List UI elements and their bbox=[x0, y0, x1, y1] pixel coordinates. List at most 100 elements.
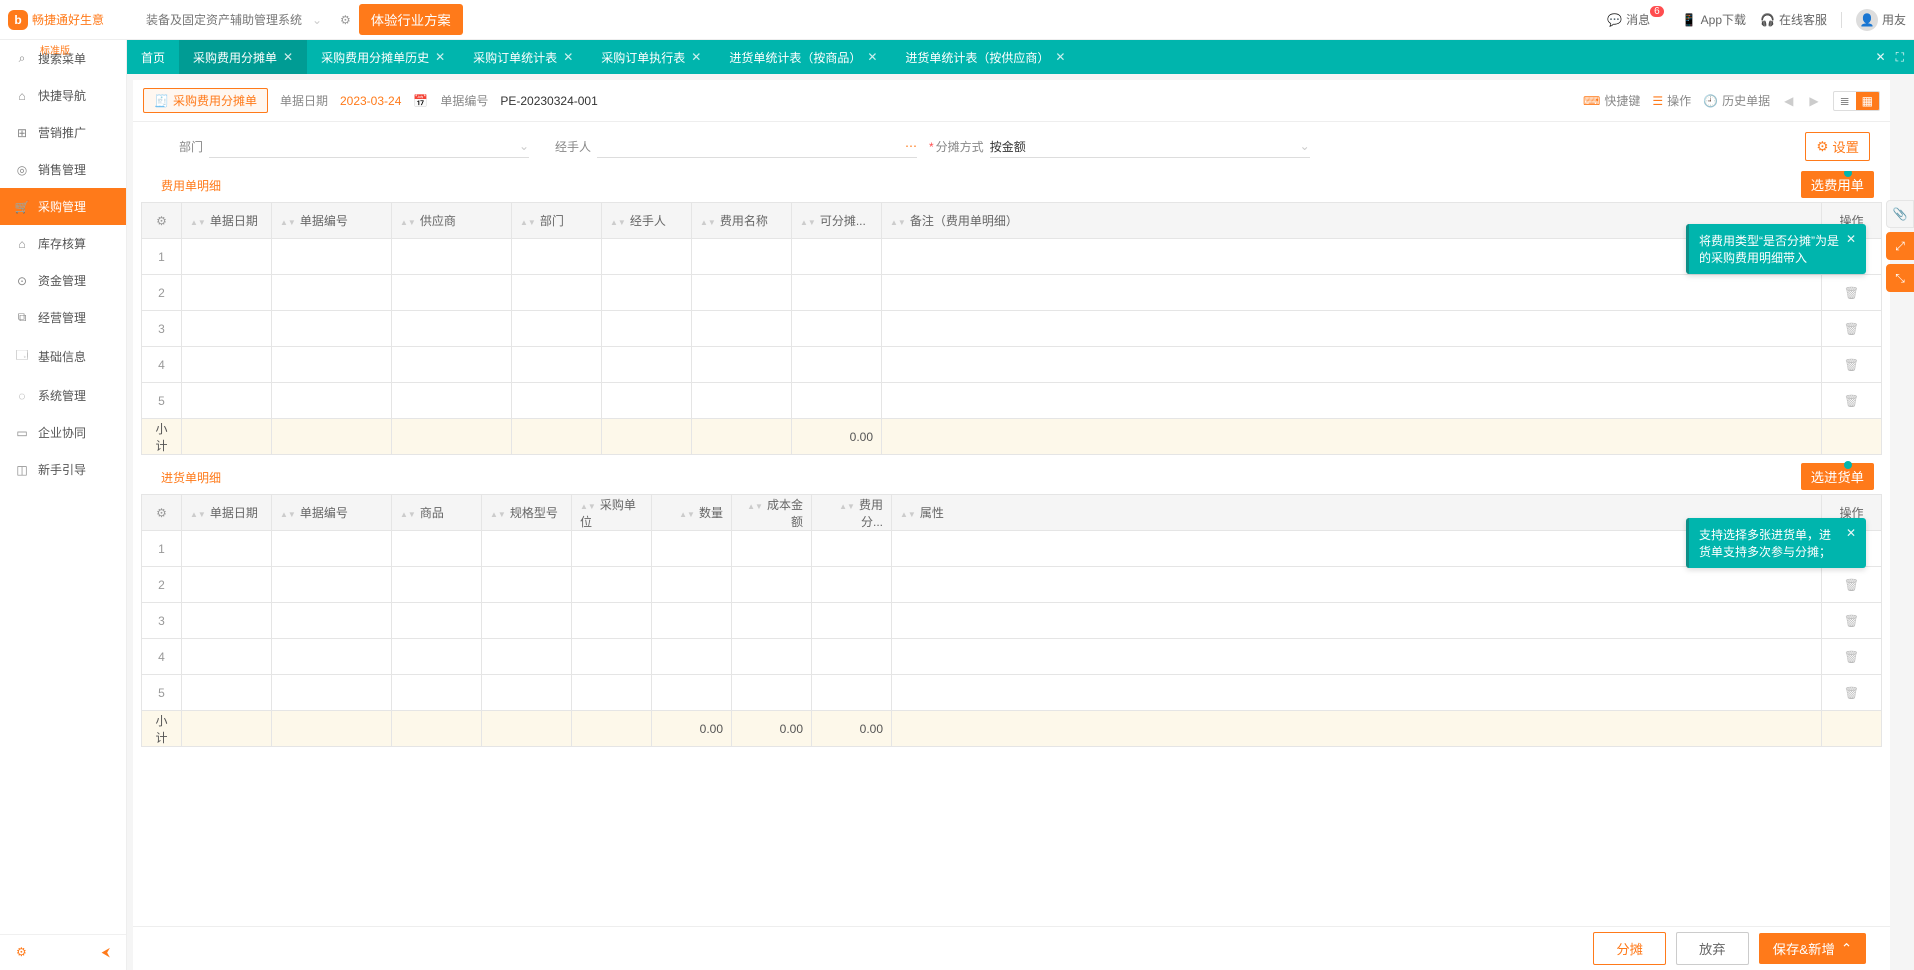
cell[interactable] bbox=[482, 639, 572, 675]
cell[interactable] bbox=[272, 239, 392, 275]
sort-icon[interactable]: ▲▼ bbox=[679, 512, 695, 517]
trash-icon[interactable]: 🗑 bbox=[1844, 614, 1859, 628]
table-row[interactable]: 4🗑 bbox=[142, 639, 1882, 675]
view-card-icon[interactable]: ▦ bbox=[1856, 92, 1879, 110]
cell[interactable] bbox=[602, 275, 692, 311]
cell[interactable] bbox=[812, 531, 892, 567]
sidebar-item-4[interactable]: 🛒采购管理 bbox=[0, 188, 126, 225]
close-icon[interactable]: ✕ bbox=[1846, 526, 1856, 560]
cell[interactable] bbox=[812, 675, 892, 711]
cell[interactable] bbox=[732, 531, 812, 567]
cell[interactable] bbox=[512, 311, 602, 347]
sidebar-item-6[interactable]: ⊙资金管理 bbox=[0, 262, 126, 299]
cell[interactable] bbox=[272, 567, 392, 603]
gear-icon[interactable]: ⚙ bbox=[340, 13, 351, 27]
select-receipt-button[interactable]: 选进货单 bbox=[1801, 463, 1874, 490]
cell[interactable] bbox=[692, 311, 792, 347]
cell[interactable] bbox=[692, 275, 792, 311]
cell[interactable] bbox=[182, 531, 272, 567]
close-icon[interactable]: ✕ bbox=[563, 50, 573, 64]
table-row[interactable]: 5🗑 bbox=[142, 675, 1882, 711]
cell[interactable] bbox=[482, 567, 572, 603]
table-row[interactable]: 3🗑 bbox=[142, 311, 1882, 347]
trash-icon[interactable]: 🗑 bbox=[1844, 578, 1859, 592]
cell[interactable] bbox=[652, 603, 732, 639]
trash-icon[interactable]: 🗑 bbox=[1844, 322, 1859, 336]
cell[interactable] bbox=[572, 531, 652, 567]
sidebar-settings-icon[interactable]: ⚙ bbox=[16, 945, 27, 960]
cell[interactable] bbox=[182, 347, 272, 383]
cell[interactable] bbox=[652, 639, 732, 675]
cell[interactable] bbox=[512, 347, 602, 383]
cell[interactable] bbox=[602, 347, 692, 383]
next-doc-icon[interactable]: ▶ bbox=[1807, 94, 1820, 108]
cell[interactable] bbox=[482, 603, 572, 639]
cell[interactable] bbox=[692, 347, 792, 383]
table-row[interactable]: 3🗑 bbox=[142, 603, 1882, 639]
cell[interactable] bbox=[392, 603, 482, 639]
cell[interactable] bbox=[512, 383, 602, 419]
cell[interactable] bbox=[392, 275, 512, 311]
sidebar-item-11[interactable]: ◫新手引导 bbox=[0, 451, 126, 488]
close-icon[interactable]: ✕ bbox=[1846, 232, 1856, 266]
cell[interactable] bbox=[392, 567, 482, 603]
sort-icon[interactable]: ▲▼ bbox=[580, 504, 596, 509]
sidebar-item-8[interactable]: 🗔基础信息 bbox=[0, 336, 126, 377]
cell[interactable] bbox=[272, 347, 392, 383]
cell[interactable] bbox=[182, 639, 272, 675]
cell[interactable] bbox=[392, 531, 482, 567]
cell[interactable] bbox=[882, 347, 1822, 383]
cell[interactable] bbox=[512, 239, 602, 275]
sort-icon[interactable]: ▲▼ bbox=[700, 220, 716, 225]
support-link[interactable]: 🎧在线客服 bbox=[1760, 11, 1827, 28]
sort-icon[interactable]: ▲▼ bbox=[520, 220, 536, 225]
trash-icon[interactable]: 🗑 bbox=[1844, 650, 1859, 664]
cell[interactable] bbox=[692, 239, 792, 275]
table-row[interactable]: 2🗑 bbox=[142, 275, 1882, 311]
cell[interactable] bbox=[812, 567, 892, 603]
cell[interactable] bbox=[692, 383, 792, 419]
settings-button[interactable]: ⚙设置 bbox=[1805, 132, 1870, 161]
tab-6[interactable]: 进货单统计表（按供应商）✕ bbox=[891, 40, 1079, 74]
trash-icon[interactable]: 🗑 bbox=[1844, 686, 1859, 700]
history-link[interactable]: 🕘历史单据 bbox=[1703, 92, 1770, 109]
cell[interactable] bbox=[182, 603, 272, 639]
sidebar-item-10[interactable]: ▭企业协同 bbox=[0, 414, 126, 451]
cell[interactable] bbox=[892, 603, 1822, 639]
sidebar-item-5[interactable]: ⌂库存核算 bbox=[0, 225, 126, 262]
tab-0[interactable]: 首页 bbox=[127, 40, 179, 74]
sidebar-item-2[interactable]: ⊞营销推广 bbox=[0, 114, 126, 151]
sidebar-item-9[interactable]: ◌系统管理 bbox=[0, 377, 126, 414]
cell[interactable] bbox=[892, 531, 1822, 567]
cell[interactable] bbox=[732, 639, 812, 675]
rail-expand-icon[interactable]: ⤢ bbox=[1886, 232, 1914, 260]
cell[interactable] bbox=[732, 675, 812, 711]
sidebar-item-1[interactable]: ⌂快捷导航 bbox=[0, 77, 126, 114]
cell[interactable] bbox=[792, 311, 882, 347]
calendar-icon[interactable]: 📅 bbox=[413, 94, 428, 108]
cell[interactable] bbox=[792, 383, 882, 419]
select-expense-button[interactable]: 选费用单 bbox=[1801, 171, 1874, 198]
cell[interactable] bbox=[882, 383, 1822, 419]
rail-attach-icon[interactable]: 📎 bbox=[1886, 200, 1914, 228]
cell[interactable] bbox=[272, 603, 392, 639]
doc-type-tab[interactable]: 🧾采购费用分摊单 bbox=[143, 88, 268, 113]
cell[interactable] bbox=[182, 383, 272, 419]
cell[interactable] bbox=[572, 639, 652, 675]
handler-select[interactable]: ⋯ bbox=[597, 136, 917, 158]
cell[interactable] bbox=[732, 567, 812, 603]
user-menu[interactable]: 👤用友 bbox=[1856, 9, 1906, 31]
cell[interactable] bbox=[272, 675, 392, 711]
cell[interactable] bbox=[882, 311, 1822, 347]
table-row[interactable]: 5🗑 bbox=[142, 383, 1882, 419]
close-icon[interactable]: ✕ bbox=[691, 50, 701, 64]
discard-button[interactable]: 放弃 bbox=[1676, 932, 1749, 965]
cell[interactable] bbox=[182, 311, 272, 347]
cell[interactable] bbox=[272, 311, 392, 347]
sort-icon[interactable]: ▲▼ bbox=[400, 220, 416, 225]
system-selector[interactable]: 装备及固定资产辅助管理系统⌄ bbox=[138, 7, 332, 32]
app-download-link[interactable]: 📱App下载 bbox=[1682, 11, 1746, 28]
cell[interactable] bbox=[652, 675, 732, 711]
close-icon[interactable]: ✕ bbox=[283, 50, 293, 64]
sort-icon[interactable]: ▲▼ bbox=[280, 512, 296, 517]
